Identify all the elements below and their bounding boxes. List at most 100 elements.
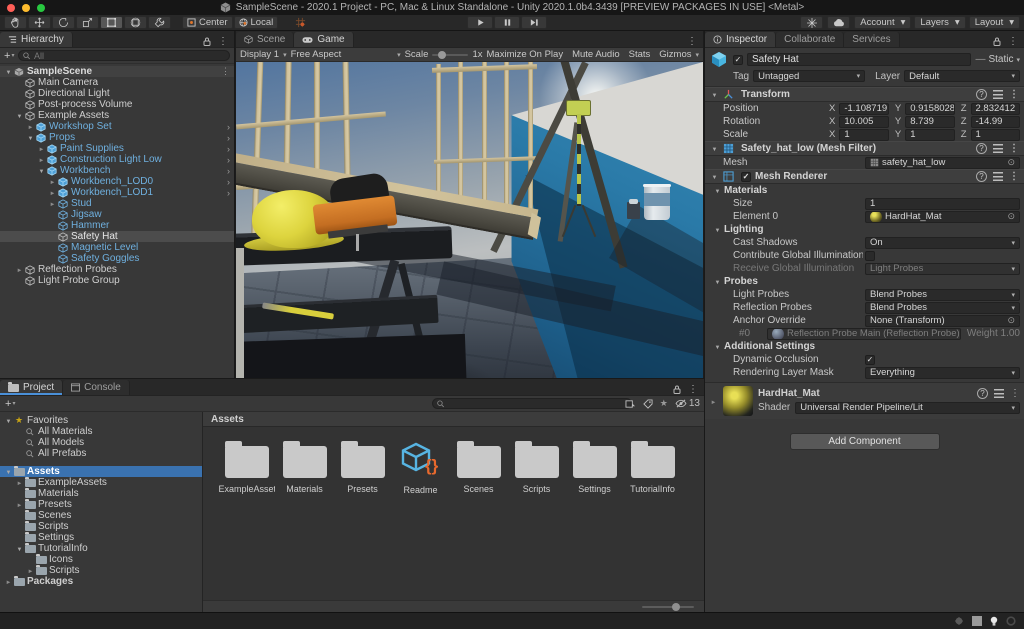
component-menu-icon[interactable]: ⋮ [1010,388,1020,399]
transform-component-header[interactable]: Transform ⋮ [705,87,1024,102]
prefab-open-arrow[interactable]: › [227,166,230,176]
hierarchy-item-example-assets[interactable]: Example Assets [0,110,234,121]
hierarchy-item-stud[interactable]: Stud [0,198,234,209]
component-menu-icon[interactable]: ⋮ [1009,89,1019,100]
asset-item-exampleassets[interactable]: ExampleAssets [223,441,270,495]
favorites-filter-icon[interactable]: ★ [660,398,668,409]
hierarchy-search[interactable] [18,50,230,61]
play-button[interactable] [467,16,493,29]
panel-menu-icon[interactable]: ⋮ [1008,36,1018,47]
lock-icon[interactable] [203,37,211,46]
gizmos-dropdown[interactable]: Gizmos▾ [659,49,699,60]
hierarchy-item-workbench-lod1[interactable]: Workbench_LOD1› [0,187,234,198]
layers-dropdown[interactable]: Layers▾ [914,16,965,29]
additional-settings-foldout[interactable]: Additional Settings [724,341,815,352]
asset-item-presets[interactable]: Presets [339,441,386,495]
light-probes-dropdown[interactable]: Blend Probes [865,289,1020,301]
hierarchy-item-props[interactable]: Props› [0,132,234,143]
hierarchy-item-workshop-set[interactable]: Workshop Set› [0,121,234,132]
prefab-open-arrow[interactable]: › [227,188,230,198]
project-tree-item-favorites[interactable]: ★Favorites [0,415,202,426]
add-component-button[interactable]: Add Component [790,433,940,450]
scale-y-field[interactable]: 1 [905,129,955,141]
hierarchy-item-light-probe-group[interactable]: Light Probe Group [0,275,234,286]
project-search-input[interactable] [448,399,627,409]
panel-menu-icon[interactable]: ⋮ [687,36,697,47]
project-tree-item-scripts[interactable]: Scripts [0,565,202,576]
tab-scene[interactable]: Scene [236,32,294,47]
stats-button[interactable]: Stats [629,49,651,60]
tab-hierarchy[interactable]: Hierarchy [0,32,73,47]
move-tool-icon[interactable] [28,16,51,29]
transform-tool-icon[interactable] [124,16,147,29]
shader-dropdown[interactable]: Universal Render Pipeline/Lit [795,402,1020,414]
zoom-window-button[interactable] [37,4,45,12]
hierarchy-item-magnetic-level[interactable]: Magnetic Level [0,242,234,253]
minimize-window-button[interactable] [22,4,30,12]
panel-menu-icon[interactable]: ⋮ [218,36,228,47]
hierarchy-item-safety-goggles[interactable]: Safety Goggles [0,253,234,264]
aspect-dropdown[interactable]: Free Aspect▾ [291,49,401,60]
pivot-toggle-button[interactable]: Center [182,16,233,29]
layout-dropdown[interactable]: Layout▾ [969,16,1020,29]
asset-item-scenes[interactable]: Scenes [455,441,502,495]
prefab-open-arrow[interactable]: › [227,144,230,154]
search-by-label-icon[interactable] [643,399,653,409]
hierarchy-item-construction-light-low[interactable]: Construction Light Low› [0,154,234,165]
hierarchy-item-workbench[interactable]: Workbench› [0,165,234,176]
project-tree-item-presets[interactable]: Presets [0,499,202,510]
dynamic-occlusion-checkbox[interactable] [865,355,875,365]
project-tree-item-exampleassets[interactable]: ExampleAssets [0,477,202,488]
tab-collaborate[interactable]: Collaborate [776,32,844,47]
rotation-x-field[interactable]: 10.005 [839,116,889,128]
tab-inspector[interactable]: Inspector [705,32,776,47]
asset-item-settings[interactable]: Settings [571,441,618,495]
hierarchy-item-workbench-lod0[interactable]: Workbench_LOD0› [0,176,234,187]
prefab-open-arrow[interactable]: › [227,133,230,143]
contribute-gi-checkbox[interactable] [865,251,875,261]
component-menu-icon[interactable]: ⋮ [1009,171,1019,182]
game-render-viewport[interactable] [236,62,703,394]
hierarchy-item-main-camera[interactable]: Main Camera [0,77,234,88]
material-element-field[interactable]: HardHat_Mat [865,211,1020,223]
project-tree-item-scenes[interactable]: Scenes [0,510,202,521]
material-preview-sphere[interactable] [723,386,753,416]
pause-button[interactable] [494,16,520,29]
status-collab-icon[interactable] [972,616,982,626]
project-tree-item-icons[interactable]: Icons [0,554,202,565]
object-name-field[interactable]: Safety Hat [747,53,971,66]
breadcrumb[interactable]: Assets [203,412,704,427]
tab-console[interactable]: Console [63,380,130,395]
scale-z-field[interactable]: 1 [971,129,1021,141]
project-tree-item-assets[interactable]: Assets [0,466,202,477]
asset-item-materials[interactable]: Materials [281,441,328,495]
create-add-button[interactable]: +▾ [5,398,15,410]
probes-foldout[interactable]: Probes [724,276,758,287]
hierarchy-item-reflection-probes[interactable]: Reflection Probes [0,264,234,275]
step-button[interactable] [521,16,547,29]
rotation-y-field[interactable]: 8.739 [905,116,955,128]
hierarchy-item-jigsaw[interactable]: Jigsaw [0,209,234,220]
presets-icon[interactable] [993,172,1003,181]
reflection-probes-dropdown[interactable]: Blend Probes [865,302,1020,314]
help-icon[interactable] [976,143,987,154]
cast-shadows-dropdown[interactable]: On [865,237,1020,249]
asset-item-readme[interactable]: {}Readme [397,441,444,495]
materials-foldout[interactable]: Materials [724,185,767,196]
position-z-field[interactable]: 2.832412 [971,103,1021,115]
display-dropdown[interactable]: Display 1▾ [240,49,287,60]
scale-slider[interactable] [432,54,468,56]
active-checkbox[interactable] [733,55,743,65]
create-add-button[interactable]: +▾ [4,50,14,62]
project-tree-item-scripts[interactable]: Scripts [0,521,202,532]
search-by-type-icon[interactable] [625,399,636,409]
lock-icon[interactable] [993,37,1001,46]
orientation-toggle-button[interactable]: Local [234,16,279,29]
position-x-field[interactable]: -1.108719 [839,103,889,115]
hierarchy-item-samplescene[interactable]: SampleScene⋮ [0,66,234,77]
tab-project[interactable]: Project [0,380,63,395]
lighting-foldout[interactable]: Lighting [724,224,763,235]
hierarchy-item-directional-light[interactable]: Directional Light [0,88,234,99]
scale-x-field[interactable]: 1 [839,129,889,141]
component-enabled-checkbox[interactable] [741,172,751,182]
